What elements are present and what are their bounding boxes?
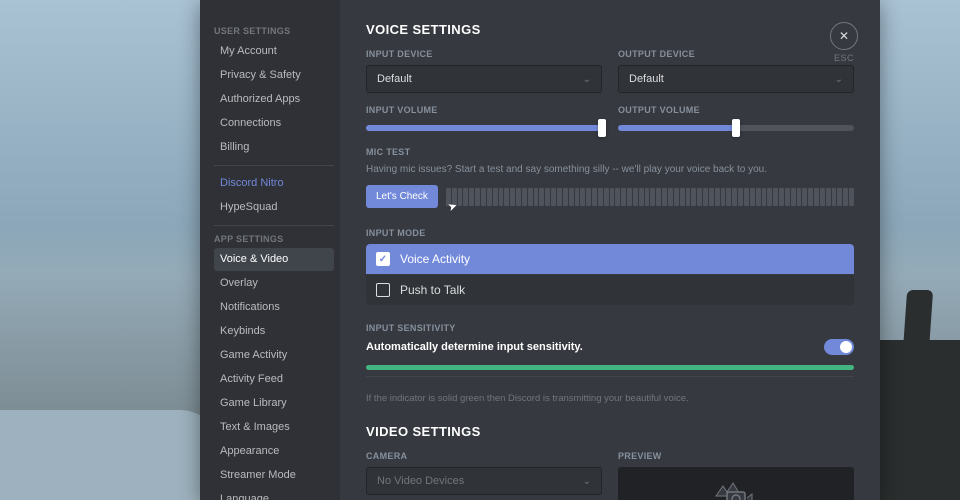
slider-fill xyxy=(618,125,736,131)
slider-thumb[interactable] xyxy=(598,119,606,137)
chevron-down-icon: ⌄ xyxy=(583,74,591,85)
toggle-knob xyxy=(840,341,852,353)
auto-sensitivity-toggle[interactable] xyxy=(824,339,854,355)
sidebar-header-user: USER SETTINGS xyxy=(214,26,334,36)
close-group: ✕ ESC xyxy=(830,22,858,63)
sidebar-item-streamer-mode[interactable]: Streamer Mode xyxy=(214,464,334,487)
sensitivity-hint: If the indicator is solid green then Dis… xyxy=(366,391,854,404)
camera-value: No Video Devices xyxy=(377,475,464,487)
mic-test-button[interactable]: Let's Check xyxy=(366,185,438,208)
close-button[interactable]: ✕ xyxy=(830,22,858,50)
input-mode-label: INPUT MODE xyxy=(366,228,854,238)
divider xyxy=(366,376,854,377)
sidebar-divider xyxy=(214,165,334,166)
sidebar-item-voice-video[interactable]: Voice & Video xyxy=(214,248,334,271)
output-device-select[interactable]: Default ⌄ xyxy=(618,65,854,93)
input-mode-group: Voice Activity Push to Talk xyxy=(366,244,854,305)
input-device-label: INPUT DEVICE xyxy=(366,49,602,59)
output-volume-slider[interactable] xyxy=(618,125,854,131)
auto-sensitivity-label: Automatically determine input sensitivit… xyxy=(366,341,583,353)
output-device-label: OUTPUT DEVICE xyxy=(618,49,854,59)
input-mode-push-to-talk-label: Push to Talk xyxy=(400,283,465,297)
settings-window: USER SETTINGS My Account Privacy & Safet… xyxy=(200,0,880,500)
preview-label: PREVIEW xyxy=(618,451,854,461)
input-volume-slider[interactable] xyxy=(366,125,602,131)
sidebar-item-game-library[interactable]: Game Library xyxy=(214,392,334,415)
mic-test-meter xyxy=(446,188,854,206)
sidebar-item-language[interactable]: Language xyxy=(214,488,334,500)
input-mode-voice-activity-label: Voice Activity xyxy=(400,252,470,266)
output-volume-label: OUTPUT VOLUME xyxy=(618,105,854,115)
chevron-down-icon: ⌄ xyxy=(583,476,591,487)
checkbox-icon xyxy=(376,252,390,266)
sidebar-item-game-activity[interactable]: Game Activity xyxy=(214,344,334,367)
video-preview xyxy=(618,467,854,500)
camera-icon xyxy=(713,480,759,500)
sidebar-item-keybinds[interactable]: Keybinds xyxy=(214,320,334,343)
input-device-select[interactable]: Default ⌄ xyxy=(366,65,602,93)
close-esc-label: ESC xyxy=(830,53,858,63)
input-mode-push-to-talk[interactable]: Push to Talk xyxy=(366,274,854,305)
sidebar-item-hypesquad[interactable]: HypeSquad xyxy=(214,196,334,219)
sidebar-item-appearance[interactable]: Appearance xyxy=(214,440,334,463)
sidebar-item-notifications[interactable]: Notifications xyxy=(214,296,334,319)
sidebar-item-nitro[interactable]: Discord Nitro xyxy=(214,172,334,195)
sidebar-header-app: APP SETTINGS xyxy=(214,234,334,244)
mic-test-description: Having mic issues? Start a test and say … xyxy=(366,163,854,177)
sidebar-item-privacy-safety[interactable]: Privacy & Safety xyxy=(214,64,334,87)
video-settings-title: VIDEO SETTINGS xyxy=(366,424,854,439)
sidebar-item-text-images[interactable]: Text & Images xyxy=(214,416,334,439)
output-device-value: Default xyxy=(629,73,664,85)
sidebar-item-authorized-apps[interactable]: Authorized Apps xyxy=(214,88,334,111)
checkbox-icon xyxy=(376,283,390,297)
settings-sidebar: USER SETTINGS My Account Privacy & Safet… xyxy=(200,0,340,500)
camera-label: CAMERA xyxy=(366,451,602,461)
close-icon: ✕ xyxy=(839,29,849,43)
sidebar-item-connections[interactable]: Connections xyxy=(214,112,334,135)
voice-settings-title: VOICE SETTINGS xyxy=(366,22,854,37)
mic-test-label: MIC TEST xyxy=(366,147,854,157)
camera-select[interactable]: No Video Devices ⌄ xyxy=(366,467,602,495)
settings-content: ✕ ESC VOICE SETTINGS INPUT DEVICE Defaul… xyxy=(340,0,880,500)
sidebar-item-overlay[interactable]: Overlay xyxy=(214,272,334,295)
input-device-value: Default xyxy=(377,73,412,85)
input-mode-voice-activity[interactable]: Voice Activity xyxy=(366,244,854,274)
slider-thumb[interactable] xyxy=(732,119,740,137)
chevron-down-icon: ⌄ xyxy=(835,74,843,85)
sidebar-divider xyxy=(214,225,334,226)
sidebar-item-billing[interactable]: Billing xyxy=(214,136,334,159)
sidebar-item-activity-feed[interactable]: Activity Feed xyxy=(214,368,334,391)
input-sensitivity-label: INPUT SENSITIVITY xyxy=(366,323,854,333)
sensitivity-indicator xyxy=(366,365,854,370)
slider-fill xyxy=(366,125,602,131)
input-volume-label: INPUT VOLUME xyxy=(366,105,602,115)
sidebar-item-my-account[interactable]: My Account xyxy=(214,40,334,63)
